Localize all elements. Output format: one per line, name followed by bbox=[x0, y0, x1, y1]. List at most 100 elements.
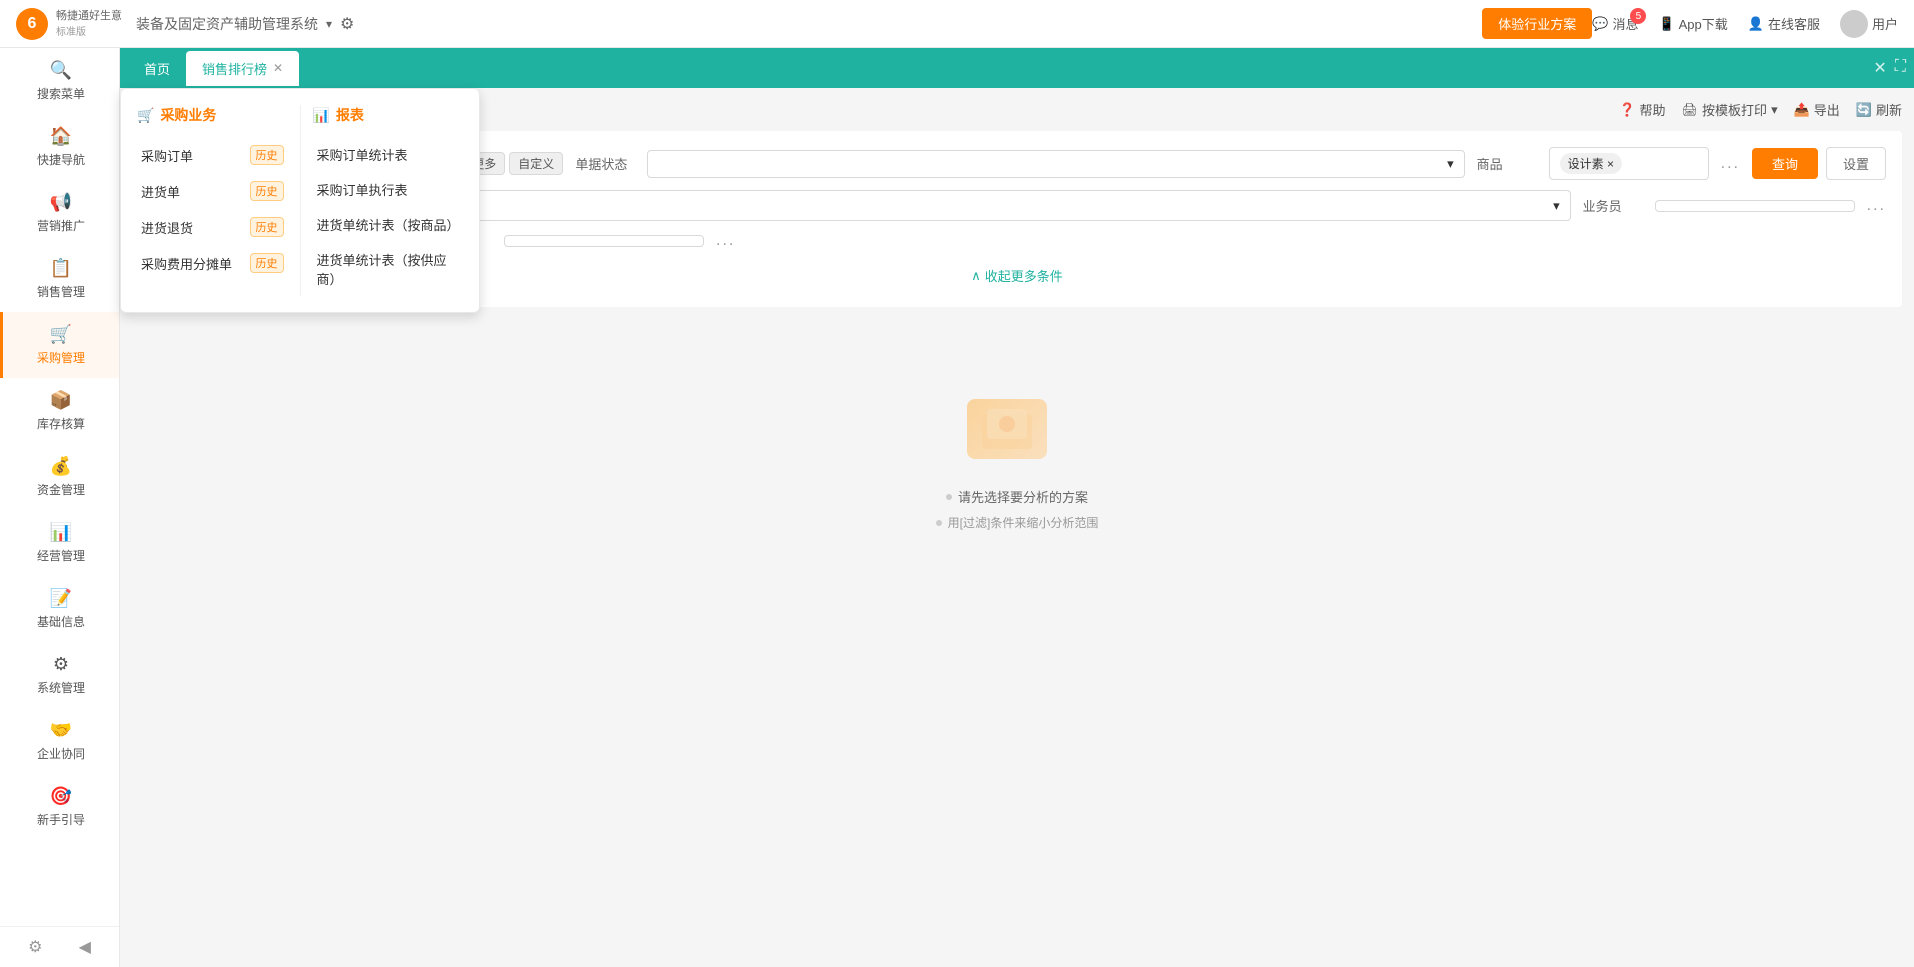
sidebar-item-marketing[interactable]: 📢 营销推广 bbox=[0, 180, 119, 246]
sidebar-item-cooperation[interactable]: 🤝 企业协同 bbox=[0, 708, 119, 774]
dropdown-item-return[interactable]: 进货退货 历史 bbox=[137, 209, 288, 245]
query-button[interactable]: 查询 bbox=[1752, 148, 1818, 179]
print-link[interactable]: 🖨 按模板打印 ▾ bbox=[1682, 100, 1778, 119]
dropdown-item-report-0[interactable]: 采购订单统计表 bbox=[313, 137, 464, 172]
sidebar-item-inventory[interactable]: 📦 库存核算 bbox=[0, 378, 119, 444]
empty-state: 请先选择要分析的方案 用[过滤]条件来缩小分析范围 bbox=[132, 319, 1902, 611]
app-download-item[interactable]: 📱 App下载 bbox=[1658, 14, 1727, 33]
sidebar-settings-btn[interactable]: ⚙ bbox=[28, 937, 42, 957]
sidebar-item-sales[interactable]: 📋 销售管理 bbox=[0, 246, 119, 312]
customer-dots[interactable]: ... bbox=[716, 232, 735, 250]
sidebar-label-purchase: 采购管理 bbox=[37, 349, 85, 366]
header-actions: 💬 消息 5 📱 App下载 👤 在线客服 用户 bbox=[1592, 10, 1898, 38]
purchase-icon: 🛒 bbox=[50, 324, 72, 345]
dropdown-item-report-1[interactable]: 采购订单执行表 bbox=[313, 172, 464, 207]
sidebar-item-operation[interactable]: 📊 经营管理 bbox=[0, 510, 119, 576]
sidebar-label-guide: 新手引导 bbox=[37, 811, 85, 828]
hint-2-row: 用[过滤]条件来缩小分析范围 bbox=[936, 514, 1099, 531]
hist-badge-0: 历史 bbox=[250, 145, 284, 165]
sidebar-item-purchase[interactable]: 🛒 采购管理 bbox=[0, 312, 119, 378]
online-service-label: 在线客服 bbox=[1768, 14, 1820, 33]
dropdown-item-report-3[interactable]: 进货单统计表（按供应商） bbox=[313, 242, 464, 296]
sidebar-item-guide[interactable]: 🎯 新手引导 bbox=[0, 774, 119, 840]
toolbar-right: ❓ 帮助 🖨 按模板打印 ▾ 📤 导出 🔄 刷新 bbox=[1619, 100, 1902, 119]
help-link[interactable]: ❓ 帮助 bbox=[1619, 100, 1665, 119]
dropdown-item-inbound[interactable]: 进货单 历史 bbox=[137, 173, 288, 209]
dropdown-item-expense[interactable]: 采购费用分摊单 历史 bbox=[137, 245, 288, 281]
goods-input[interactable]: 设计素 × bbox=[1549, 147, 1709, 180]
goods-tag: 设计素 × bbox=[1560, 153, 1622, 174]
tab-close-icon[interactable]: ✕ bbox=[273, 61, 283, 75]
dropdown-menu: 🛒 采购业务 采购订单 历史 进货单 历史 进货退货 历史 采购费用分摊单 历史 bbox=[120, 88, 480, 313]
help-icon: ❓ bbox=[1619, 102, 1635, 118]
user-label: 用户 bbox=[1872, 14, 1898, 33]
voucher-status-select[interactable]: ▾ bbox=[647, 150, 1464, 178]
filter-actions: 查询 设置 bbox=[1752, 147, 1886, 180]
sidebar-item-quick-nav[interactable]: 🏠 快捷导航 bbox=[0, 114, 119, 180]
sidebar: 🔍 搜索菜单 🏠 快捷导航 📢 营销推广 📋 销售管理 🛒 采购管理 📦 库存核… bbox=[0, 48, 120, 967]
tab-sales-rank-label: 销售排行榜 bbox=[202, 59, 267, 78]
refresh-icon: 🔄 bbox=[1856, 102, 1872, 118]
print-dropdown-icon[interactable]: ▾ bbox=[1771, 102, 1778, 118]
export-link[interactable]: 📤 导出 bbox=[1794, 100, 1840, 119]
system-dropdown-icon[interactable]: ▾ bbox=[326, 17, 332, 31]
sidebar-label-operation: 经营管理 bbox=[37, 547, 85, 564]
user-avatar bbox=[1840, 10, 1868, 38]
system-icon: ⚙ bbox=[53, 654, 69, 675]
user-item[interactable]: 用户 bbox=[1840, 10, 1898, 38]
goods-dots[interactable]: ... bbox=[1721, 155, 1740, 173]
sidebar-label-quick-nav: 快捷导航 bbox=[37, 151, 85, 168]
print-icon: 🖨 bbox=[1682, 102, 1699, 118]
sidebar-label-basic-info: 基础信息 bbox=[37, 613, 85, 630]
collapse-label: 收起更多条件 bbox=[985, 266, 1063, 285]
dropdown-item-report-2[interactable]: 进货单统计表（按商品） bbox=[313, 207, 464, 242]
sidebar-item-basic-info[interactable]: 📝 基础信息 bbox=[0, 576, 119, 642]
salesman-input[interactable] bbox=[1655, 200, 1855, 212]
hint-1-text: 请先选择要分析的方案 bbox=[958, 487, 1088, 506]
hist-badge-3: 历史 bbox=[250, 253, 284, 273]
tab-sales-rank[interactable]: 销售排行榜 ✕ bbox=[186, 51, 299, 86]
quick-date-custom[interactable]: 自定义 bbox=[509, 152, 563, 175]
tab-home-label: 首页 bbox=[144, 59, 170, 78]
voucher-status-label: 单据状态 bbox=[575, 154, 635, 173]
logo-area: 6 畅捷通好生意 标准版 bbox=[16, 8, 136, 40]
rank-dropdown: ▾ bbox=[1553, 198, 1560, 214]
online-service-item[interactable]: 👤 在线客服 bbox=[1748, 14, 1820, 33]
sidebar-collapse-btn[interactable]: ◀ bbox=[79, 937, 91, 957]
sidebar-item-finance[interactable]: 💰 资金管理 bbox=[0, 444, 119, 510]
tab-maximize-icon[interactable]: ⛶ bbox=[1895, 58, 1906, 78]
industry-button[interactable]: 体验行业方案 bbox=[1482, 8, 1592, 39]
hint-2-text: 用[过滤]条件来缩小分析范围 bbox=[948, 514, 1099, 531]
logo-sub: 标准版 bbox=[56, 23, 122, 38]
basic-info-icon: 📝 bbox=[50, 588, 72, 609]
home-icon: 🏠 bbox=[50, 126, 72, 147]
search-icon: 🔍 bbox=[50, 60, 72, 81]
bullet-1 bbox=[946, 494, 952, 500]
dropdown-item-purchase-order[interactable]: 采购订单 历史 bbox=[137, 137, 288, 173]
phone-icon: 📱 bbox=[1658, 16, 1674, 32]
tab-home[interactable]: 首页 bbox=[128, 51, 186, 86]
refresh-link[interactable]: 🔄 刷新 bbox=[1856, 100, 1902, 119]
salesman-dots[interactable]: ... bbox=[1867, 197, 1886, 215]
cooperation-icon: 🤝 bbox=[50, 720, 72, 741]
message-item[interactable]: 💬 消息 5 bbox=[1592, 14, 1638, 33]
voucher-status-dropdown: ▾ bbox=[1447, 156, 1454, 172]
collapse-up-icon: ∧ bbox=[971, 268, 981, 284]
empty-icon-inner bbox=[967, 399, 1047, 459]
settings-button[interactable]: 设置 bbox=[1826, 147, 1886, 180]
purchase-title-icon: 🛒 bbox=[137, 107, 154, 124]
app-download-label: App下载 bbox=[1679, 14, 1728, 33]
dropdown-purchase-title: 🛒 采购业务 bbox=[137, 105, 288, 125]
report-title-icon: 📊 bbox=[313, 107, 330, 124]
logo-text: 畅捷通好生意 bbox=[56, 9, 122, 23]
tab-close-window-icon[interactable]: ✕ bbox=[1873, 58, 1886, 78]
guide-icon: 🎯 bbox=[50, 786, 72, 807]
customer-input[interactable] bbox=[504, 235, 704, 247]
system-gear-icon[interactable]: ⚙ bbox=[340, 14, 354, 34]
marketing-icon: 📢 bbox=[50, 192, 72, 213]
sidebar-item-search[interactable]: 🔍 搜索菜单 bbox=[0, 48, 119, 114]
sidebar-item-system[interactable]: ⚙ 系统管理 bbox=[0, 642, 119, 708]
dropdown-columns: 🛒 采购业务 采购订单 历史 进货单 历史 进货退货 历史 采购费用分摊单 历史 bbox=[137, 105, 463, 296]
sidebar-label-search: 搜索菜单 bbox=[37, 85, 85, 102]
finance-icon: 💰 bbox=[50, 456, 72, 477]
